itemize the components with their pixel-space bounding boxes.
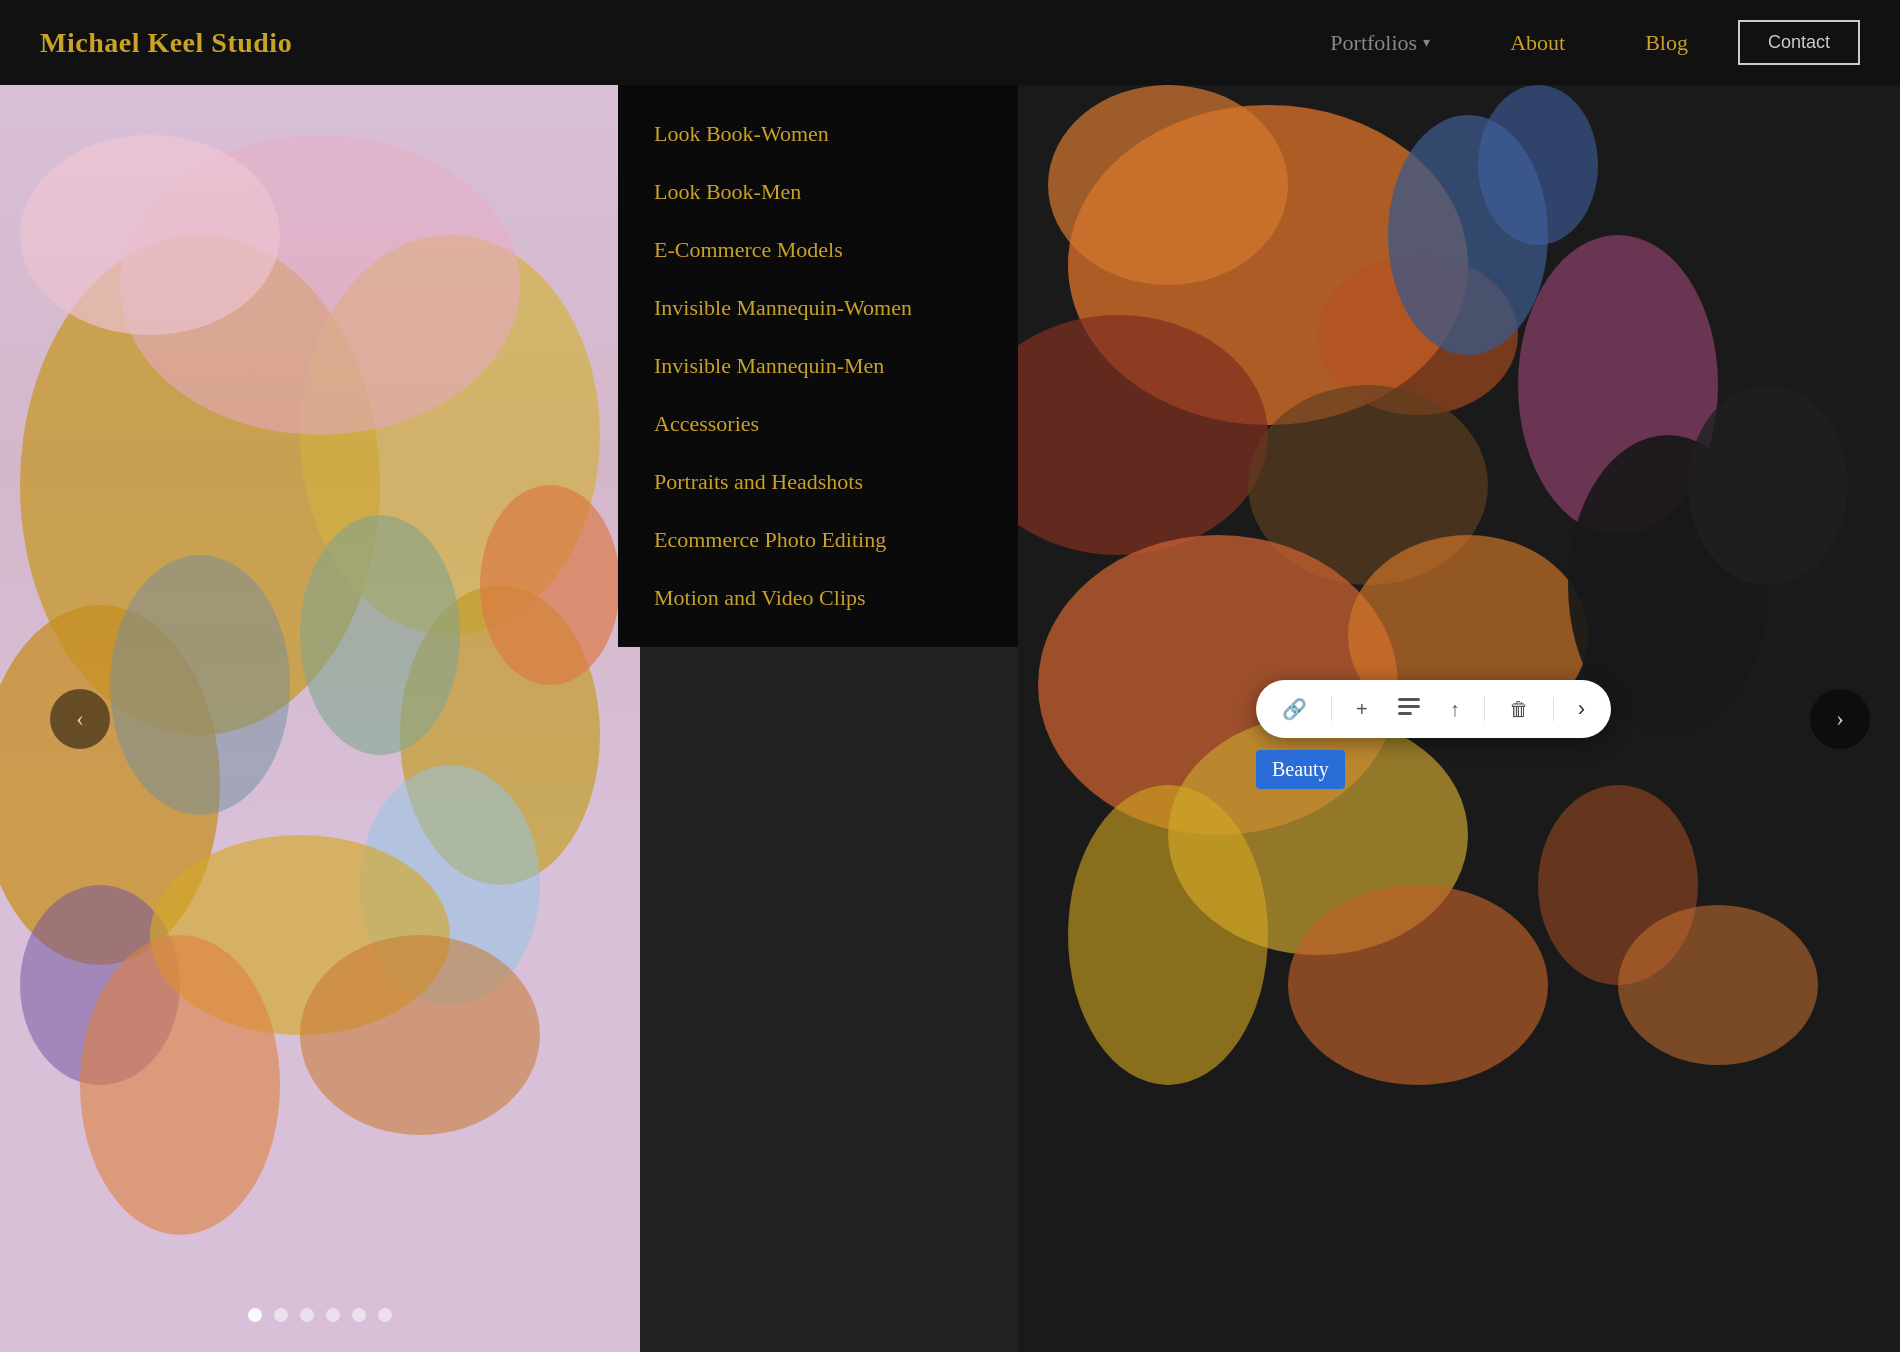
dropdown-portraits-headshots[interactable]: Portraits and Headshots xyxy=(618,453,1018,511)
site-title[interactable]: Michael Keel Studio xyxy=(40,27,292,59)
chevron-down-icon: ▾ xyxy=(1423,34,1430,51)
svg-point-20 xyxy=(1048,85,1288,285)
trash-icon: 🗑 xyxy=(1509,698,1529,721)
chevron-left-icon: ‹ xyxy=(76,705,84,732)
toolbar-link-button[interactable]: 🔗 xyxy=(1276,693,1313,725)
main-content: ‹ Look Book-Women Look Book-Men E-Commer… xyxy=(0,85,1900,1352)
dropdown-invisible-mannequin-women[interactable]: Invisible Mannequin-Women xyxy=(618,279,1018,337)
portfolios-label: Portfolios xyxy=(1330,30,1417,56)
chevron-right-icon: › xyxy=(1578,696,1585,722)
svg-rect-16 xyxy=(1398,705,1420,708)
dropdown-invisible-mannequin-men[interactable]: Invisible Mannequin-Men xyxy=(618,337,1018,395)
link-icon: 🔗 xyxy=(1282,697,1307,721)
svg-rect-17 xyxy=(1398,712,1412,715)
dropdown-look-book-women[interactable]: Look Book-Women xyxy=(618,105,1018,163)
dropdown-accessories[interactable]: Accessories xyxy=(618,395,1018,453)
contact-button[interactable]: Contact xyxy=(1738,20,1860,65)
nav-about[interactable]: About xyxy=(1470,30,1605,56)
edit-toolbar: 🔗 + ↑ 🗑 xyxy=(1256,680,1611,738)
slide-dot-6[interactable] xyxy=(378,1308,392,1322)
main-nav: Portfolios ▾ About Blog Contact xyxy=(1290,20,1860,65)
svg-rect-15 xyxy=(1398,698,1420,701)
header: Michael Keel Studio Portfolios ▾ About B… xyxy=(0,0,1900,85)
upload-icon: ↑ xyxy=(1450,698,1460,721)
nav-portfolios[interactable]: Portfolios ▾ xyxy=(1290,30,1470,56)
dropdown-motion-video-clips[interactable]: Motion and Video Clips xyxy=(618,569,1018,627)
beauty-tag[interactable]: Beauty xyxy=(1256,750,1345,789)
slide-dot-4[interactable] xyxy=(326,1308,340,1322)
dropdown-look-book-men[interactable]: Look Book-Men xyxy=(618,163,1018,221)
portrait-section: ‹ xyxy=(0,85,640,1352)
toolbar-divider-1 xyxy=(1331,697,1332,721)
toolbar-upload-button[interactable]: ↑ xyxy=(1444,694,1466,725)
svg-point-23 xyxy=(1478,85,1598,245)
plus-icon: + xyxy=(1356,698,1368,721)
toolbar-divider-3 xyxy=(1553,697,1554,721)
nav-blog[interactable]: Blog xyxy=(1605,30,1728,56)
toolbar-add-button[interactable]: + xyxy=(1350,694,1374,725)
svg-point-35 xyxy=(1618,905,1818,1065)
dropdown-e-commerce-models[interactable]: E-Commerce Models xyxy=(618,221,1018,279)
portfolios-dropdown: Look Book-Women Look Book-Men E-Commerce… xyxy=(618,85,1018,647)
next-slide-button[interactable]: › xyxy=(1810,689,1870,749)
svg-point-32 xyxy=(1068,785,1268,1085)
toolbar-content-button[interactable] xyxy=(1392,694,1426,725)
slide-dot-3[interactable] xyxy=(300,1308,314,1322)
slide-dot-5[interactable] xyxy=(352,1308,366,1322)
svg-point-33 xyxy=(1288,885,1548,1085)
prev-slide-button[interactable]: ‹ xyxy=(50,689,110,749)
chevron-right-icon-nav: › xyxy=(1836,705,1844,732)
svg-point-30 xyxy=(1688,385,1848,585)
content-icon xyxy=(1398,698,1420,721)
toolbar-divider-2 xyxy=(1484,697,1485,721)
slide-dot-2[interactable] xyxy=(274,1308,288,1322)
dropdown-ecommerce-photo-editing[interactable]: Ecommerce Photo Editing xyxy=(618,511,1018,569)
toolbar-delete-button[interactable]: 🗑 xyxy=(1503,694,1535,725)
slide-dot-1[interactable] xyxy=(248,1308,262,1322)
slide-dots xyxy=(248,1308,392,1322)
toolbar-more-button[interactable]: › xyxy=(1572,692,1591,726)
